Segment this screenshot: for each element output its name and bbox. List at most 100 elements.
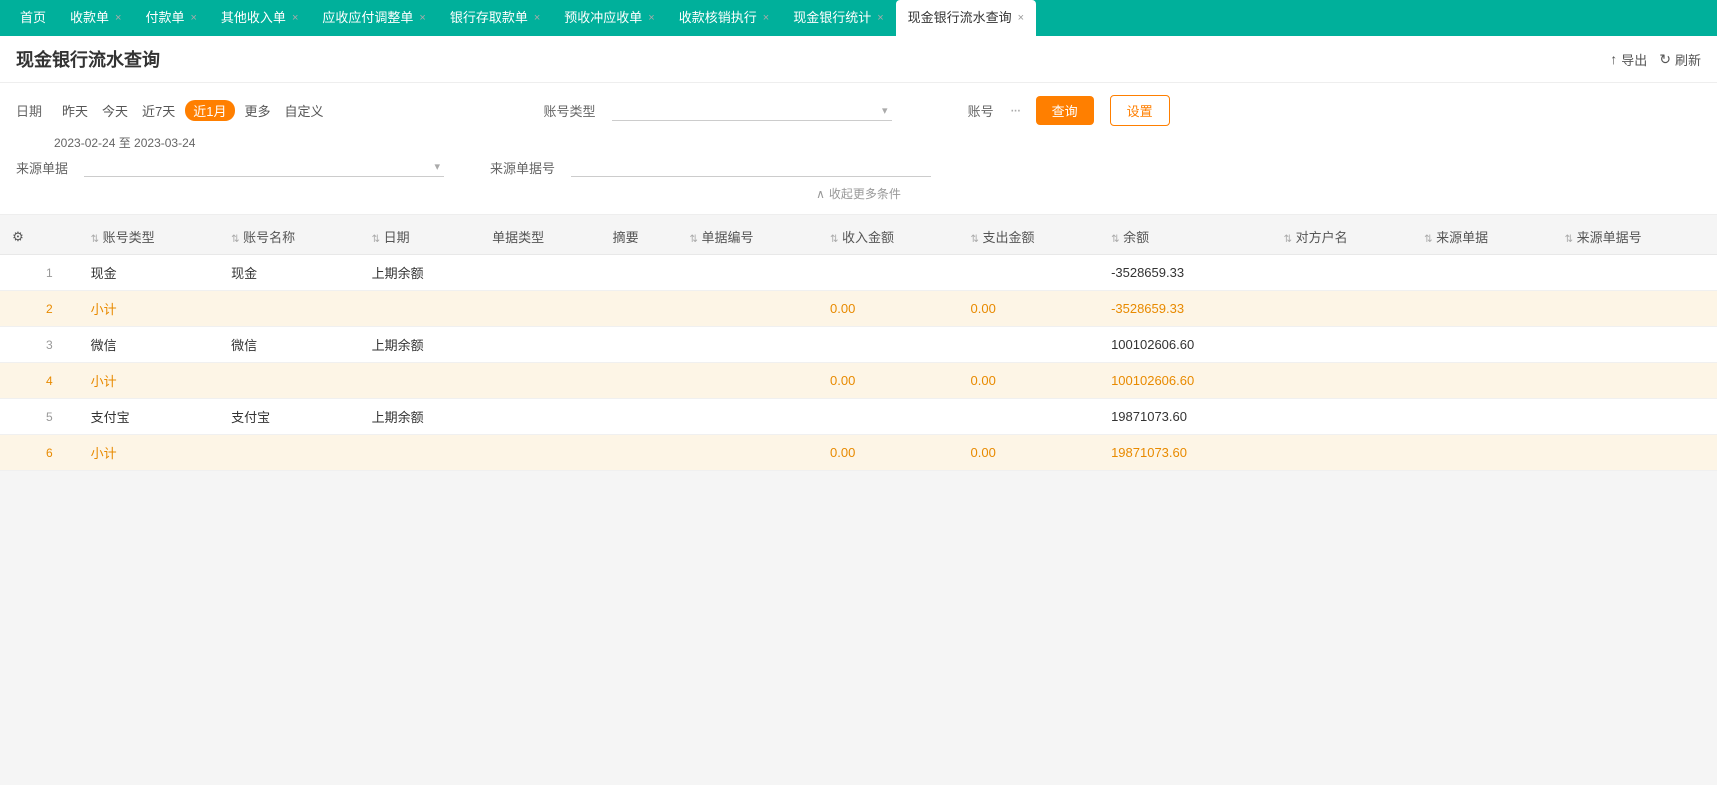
account-type-input[interactable] xyxy=(616,103,882,118)
cell-checkbox xyxy=(0,255,36,291)
date-range-display: 2023-02-24 至 2023-03-24 xyxy=(54,136,195,150)
cell-account-name: 现金 xyxy=(221,255,362,291)
close-icon[interactable]: × xyxy=(115,0,121,36)
cell-income: 0.00 xyxy=(820,435,961,471)
nav-item-other-income[interactable]: 其他收入单 × xyxy=(209,0,310,36)
column-expense[interactable]: ⇅ 支出金额 xyxy=(961,219,1102,255)
table-row: 4小计0.000.00100102606.60 xyxy=(0,363,1717,399)
cell-source-doc-no xyxy=(1555,291,1717,327)
cell-checkbox xyxy=(0,291,36,327)
close-icon[interactable]: × xyxy=(292,0,298,36)
cell-account-type: 现金 xyxy=(81,255,222,291)
cell-source-doc xyxy=(1414,327,1555,363)
account-number-label: 账号 xyxy=(968,101,994,120)
cell-source-doc xyxy=(1414,363,1555,399)
cell-balance: 19871073.60 xyxy=(1101,399,1274,435)
cell-summary xyxy=(603,399,680,435)
refresh-icon: ↻ xyxy=(1659,51,1671,68)
cell-date: 上期余额 xyxy=(362,399,482,435)
collapse-bar: ∧ 收起更多条件 xyxy=(16,185,1701,202)
cell-income xyxy=(820,327,961,363)
column-doc-no[interactable]: ⇅ 单据编号 xyxy=(680,219,821,255)
more-options-icon[interactable]: ··· xyxy=(1010,102,1020,120)
close-icon[interactable]: × xyxy=(1018,0,1024,36)
page-header: 现金银行流水查询 ↑ 导出 ↻ 刷新 xyxy=(0,36,1717,83)
close-icon[interactable]: × xyxy=(763,0,769,36)
cell-counterparty xyxy=(1274,399,1415,435)
column-date[interactable]: ⇅ 日期 xyxy=(362,219,482,255)
account-type-select[interactable]: ▾ xyxy=(612,101,892,121)
source-doc-input[interactable] xyxy=(88,159,434,174)
cell-summary xyxy=(603,255,680,291)
nav-item-home[interactable]: 首页 xyxy=(8,0,58,36)
column-source-doc[interactable]: ⇅ 来源单据 xyxy=(1414,219,1555,255)
column-account-type[interactable]: ⇅ 账号类型 xyxy=(81,219,222,255)
cell-doc-no xyxy=(680,291,821,327)
nav-item-payment[interactable]: 付款单 × xyxy=(133,0,208,36)
cell-expense xyxy=(961,255,1102,291)
table-row: 1现金现金上期余额-3528659.33 xyxy=(0,255,1717,291)
nav-item-bank-stats[interactable]: 现金银行统计 × xyxy=(781,0,895,36)
cell-counterparty xyxy=(1274,255,1415,291)
date-near7[interactable]: 近7天 xyxy=(138,100,179,121)
source-doc-num-field[interactable] xyxy=(575,159,927,174)
close-icon[interactable]: × xyxy=(190,0,196,36)
dropdown-arrow-icon: ▾ xyxy=(882,104,888,117)
nav-item-writeoff[interactable]: 收款核销执行 × xyxy=(667,0,781,36)
column-income[interactable]: ⇅ 收入金额 xyxy=(820,219,961,255)
cell-summary xyxy=(603,327,680,363)
cell-counterparty xyxy=(1274,435,1415,471)
cell-source-doc-no xyxy=(1555,399,1717,435)
cell-expense: 0.00 xyxy=(961,435,1102,471)
filter-row-date: 日期 昨天 今天 近7天 近1月 更多 自定义 账号类型 ▾ 账号 ··· 查询… xyxy=(16,95,1701,126)
date-near1m[interactable]: 近1月 xyxy=(185,100,234,121)
export-button[interactable]: ↑ 导出 xyxy=(1610,50,1647,69)
source-doc-num-input[interactable] xyxy=(571,157,931,177)
refresh-button[interactable]: ↻ 刷新 xyxy=(1659,50,1701,69)
source-doc-select[interactable]: ▾ xyxy=(84,157,444,177)
column-gear[interactable]: ⚙ xyxy=(0,219,36,255)
close-icon[interactable]: × xyxy=(419,0,425,36)
header-actions: ↑ 导出 ↻ 刷新 xyxy=(1610,50,1701,69)
cell-date: 上期余额 xyxy=(362,327,482,363)
table-row: 5支付宝支付宝上期余额19871073.60 xyxy=(0,399,1717,435)
cell-doc-type xyxy=(482,291,602,327)
cell-doc-no xyxy=(680,399,821,435)
close-icon[interactable]: × xyxy=(534,0,540,36)
filter-area: 日期 昨天 今天 近7天 近1月 更多 自定义 账号类型 ▾ 账号 ··· 查询… xyxy=(0,83,1717,215)
nav-item-adjustment[interactable]: 应收应付调整单 × xyxy=(310,0,437,36)
cell-date xyxy=(362,363,482,399)
cell-income xyxy=(820,255,961,291)
table-row: 3微信微信上期余额100102606.60 xyxy=(0,327,1717,363)
collapse-button[interactable]: ∧ 收起更多条件 xyxy=(816,185,901,202)
column-counterparty[interactable]: ⇅ 对方户名 xyxy=(1274,219,1415,255)
column-balance[interactable]: ⇅ 余额 xyxy=(1101,219,1274,255)
chevron-up-icon: ∧ xyxy=(816,187,825,201)
date-today[interactable]: 今天 xyxy=(98,100,132,121)
column-account-name[interactable]: ⇅ 账号名称 xyxy=(221,219,362,255)
cell-income: 0.00 xyxy=(820,291,961,327)
cell-checkbox xyxy=(0,363,36,399)
close-icon[interactable]: × xyxy=(877,0,883,36)
nav-item-bank-deposit[interactable]: 银行存取款单 × xyxy=(438,0,552,36)
table-container: ⚙ ⇅ 账号类型 ⇅ 账号名称 ⇅ 日期 单据类型 摘要 ⇅ 单据编号 xyxy=(0,219,1717,471)
column-source-doc-no[interactable]: ⇅ 来源单据号 xyxy=(1555,219,1717,255)
query-button[interactable]: 查询 xyxy=(1036,96,1094,125)
cell-doc-no xyxy=(680,327,821,363)
cell-date xyxy=(362,291,482,327)
cell-counterparty xyxy=(1274,291,1415,327)
cell-balance: -3528659.33 xyxy=(1101,291,1274,327)
date-more[interactable]: 更多 xyxy=(241,100,275,121)
cell-account-type: 微信 xyxy=(81,327,222,363)
cell-expense xyxy=(961,399,1102,435)
cell-doc-type xyxy=(482,435,602,471)
date-custom[interactable]: 自定义 xyxy=(281,100,328,121)
close-icon[interactable]: × xyxy=(648,0,654,36)
cell-doc-no xyxy=(680,363,821,399)
nav-item-bank-flow[interactable]: 现金银行流水查询 × xyxy=(896,0,1036,36)
nav-item-receipt[interactable]: 收款单 × xyxy=(58,0,133,36)
nav-item-prepaid[interactable]: 预收冲应收单 × xyxy=(552,0,666,36)
date-yesterday[interactable]: 昨天 xyxy=(58,100,92,121)
settings-button[interactable]: 设置 xyxy=(1110,95,1170,126)
cell-row-num: 4 xyxy=(36,363,81,399)
